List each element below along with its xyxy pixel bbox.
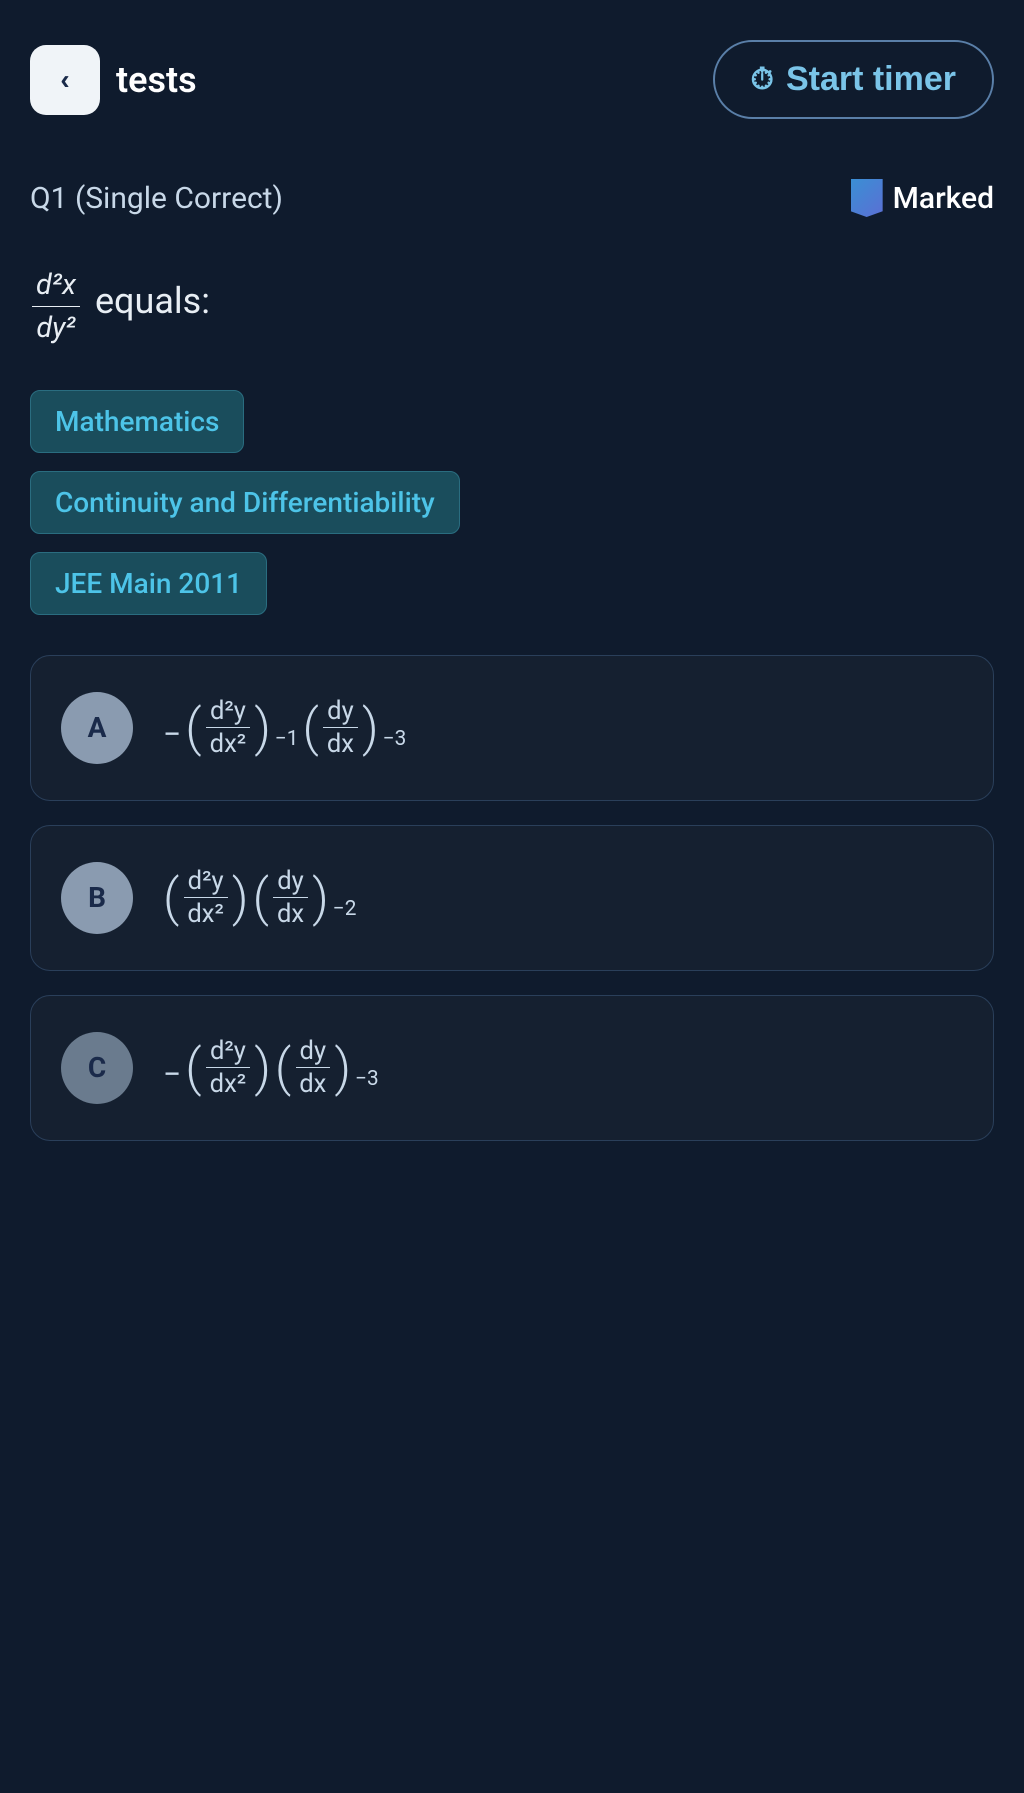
- equals-text: equals:: [95, 280, 210, 322]
- option-b-content: ( d²y dx² ) ( dy dx ) −2: [163, 865, 963, 930]
- bookmark-icon: [851, 179, 883, 217]
- frac-denominator: dy²: [32, 307, 79, 349]
- option-a-circle: A: [61, 692, 133, 764]
- fraction-d2x-dy2: d²x dy²: [32, 264, 80, 350]
- option-a-label: A: [88, 711, 107, 744]
- header-left: ‹ tests: [30, 45, 197, 115]
- option-a-content: − ( d²y dx² ) −1 ( dy dx ): [163, 695, 963, 760]
- question-text: d²x dy² equals:: [0, 237, 1024, 380]
- opt-c-frac2: dy dx: [295, 1035, 330, 1100]
- header: ‹ tests ⏱ Start timer: [0, 0, 1024, 149]
- option-b-paren2: ( dy dx ): [253, 865, 329, 930]
- option-a-paren2: ( dy dx ): [302, 695, 378, 760]
- tag-continuity[interactable]: Continuity and Differentiability: [30, 471, 460, 534]
- option-c-content: − ( d²y dx² ) ( dy dx ): [163, 1035, 963, 1100]
- option-b-card[interactable]: B ( d²y dx² ) ( dy dx ): [30, 825, 994, 971]
- question-type-label: Q1 (Single Correct): [30, 181, 283, 216]
- start-timer-label: Start timer: [786, 60, 956, 99]
- question-formula: d²x dy²: [30, 257, 82, 350]
- option-c-card[interactable]: C − ( d²y dx² ) ( dy dx: [30, 995, 994, 1141]
- option-b-formula: ( d²y dx² ) ( dy dx ) −2: [163, 865, 356, 930]
- options-container: A − ( d²y dx² ) −1 ( dy dx: [0, 635, 1024, 1161]
- opt-b-frac2: dy dx: [273, 865, 308, 930]
- back-button[interactable]: ‹: [30, 45, 100, 115]
- question-meta: Q1 (Single Correct) Marked: [0, 159, 1024, 237]
- marked-badge: Marked: [851, 179, 994, 217]
- option-c-formula: − ( d²y dx² ) ( dy dx ): [163, 1035, 379, 1100]
- opt-a-exp1: −1: [275, 727, 299, 751]
- frac-numerator: d²x: [32, 264, 80, 307]
- option-c-circle: C: [61, 1032, 133, 1104]
- option-b-paren1: ( d²y dx² ): [163, 865, 249, 930]
- option-a-card[interactable]: A − ( d²y dx² ) −1 ( dy dx: [30, 655, 994, 801]
- option-c-paren1: ( d²y dx² ): [185, 1035, 271, 1100]
- option-b-circle: B: [61, 862, 133, 934]
- tag-mathematics[interactable]: Mathematics: [30, 390, 244, 453]
- marked-label: Marked: [893, 181, 994, 216]
- opt-a-frac2: dy dx: [323, 695, 358, 760]
- option-a-formula: − ( d²y dx² ) −1 ( dy dx ): [163, 695, 406, 760]
- opt-b-frac1: d²y dx²: [183, 865, 228, 930]
- opt-c-exp: −3: [355, 1067, 379, 1091]
- opt-a-exp2: −3: [383, 727, 407, 751]
- option-b-label: B: [88, 881, 106, 914]
- timer-icon: ⏱: [751, 63, 774, 97]
- d2x-dy2-formula: d²x dy²: [30, 264, 82, 350]
- option-c-paren2: ( dy dx ): [275, 1035, 351, 1100]
- option-a-paren1: ( d²y dx² ): [185, 695, 271, 760]
- tag-jee[interactable]: JEE Main 2011: [30, 552, 267, 615]
- chevron-left-icon: ‹: [60, 64, 69, 96]
- start-timer-button[interactable]: ⏱ Start timer: [713, 40, 994, 119]
- tags-container: Mathematics Continuity and Differentiabi…: [0, 380, 1024, 635]
- opt-a-frac1: d²y dx²: [206, 695, 251, 760]
- opt-b-exp: −2: [333, 897, 357, 921]
- option-c-label: C: [88, 1051, 106, 1084]
- opt-c-frac1: d²y dx²: [206, 1035, 251, 1100]
- header-title: tests: [116, 59, 197, 101]
